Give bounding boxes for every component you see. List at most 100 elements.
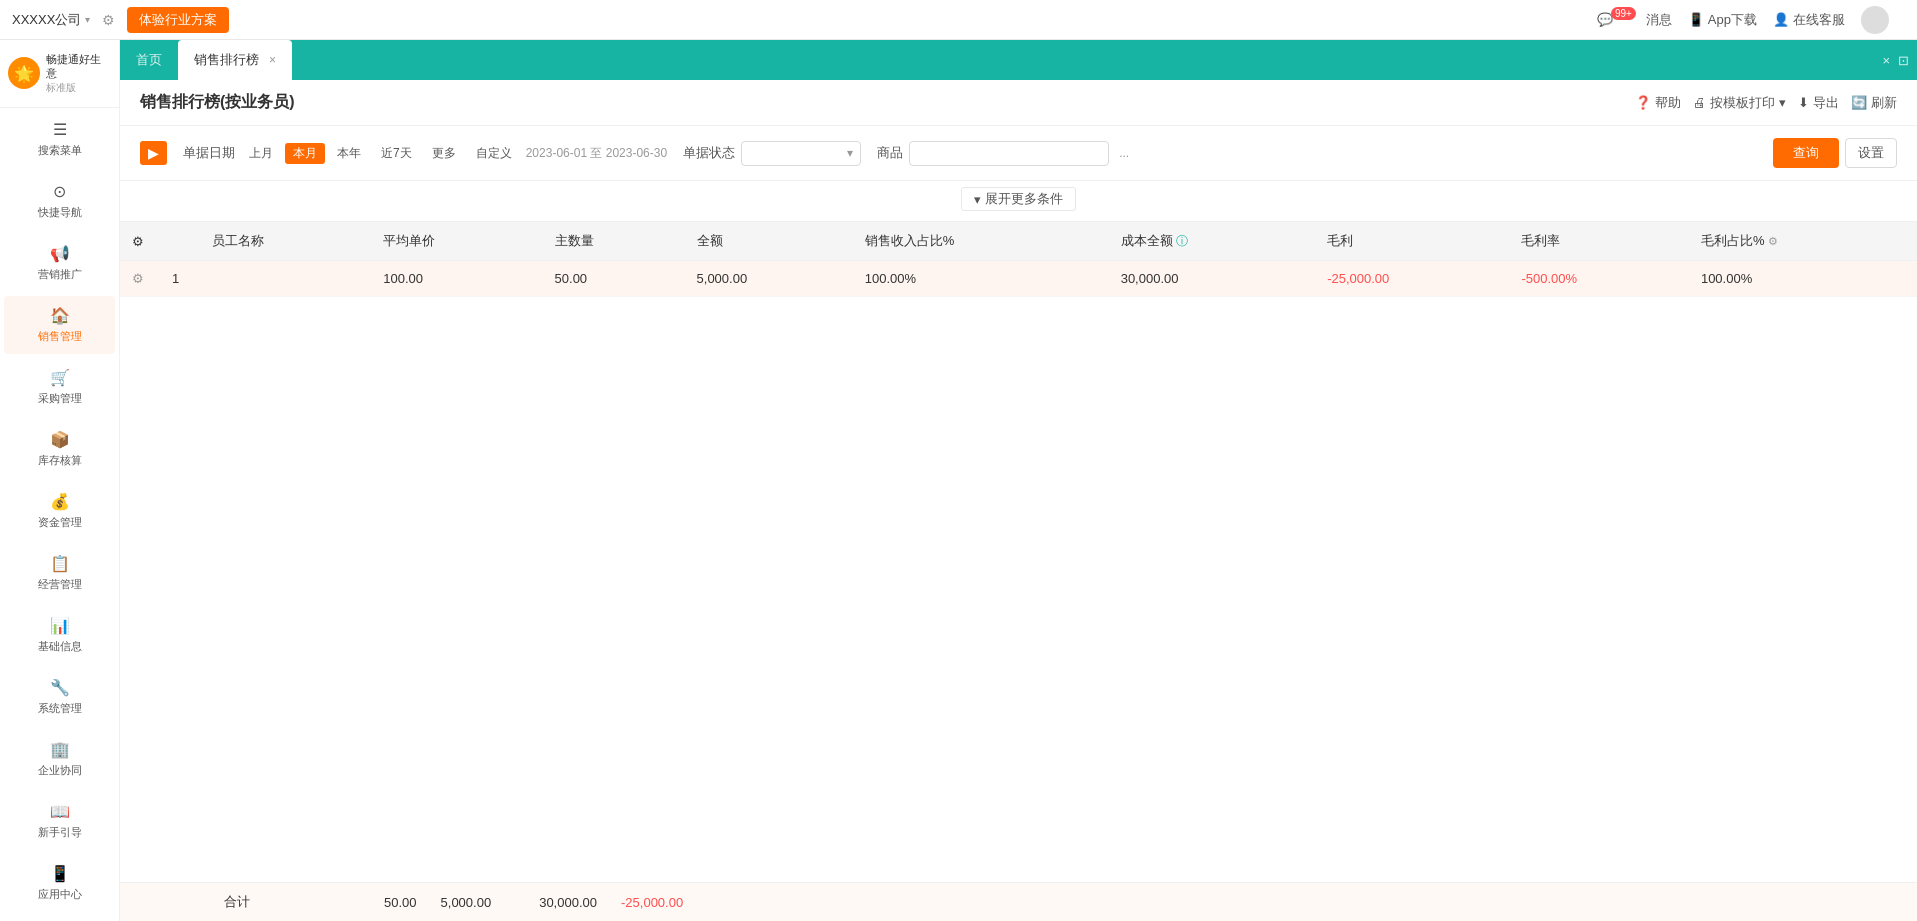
- tab-close-all-icon[interactable]: ×: [1882, 53, 1890, 68]
- message-label: 消息: [1646, 11, 1672, 29]
- sidebar-label-enterprise: 企业协同: [38, 763, 82, 778]
- tab-home[interactable]: 首页: [120, 40, 178, 80]
- footer-amount: 5,000.00: [429, 895, 504, 910]
- company-arrow-icon: ▾: [85, 14, 90, 25]
- row-sales-pct: 100.00%: [853, 261, 1109, 297]
- basic-icon: 📊: [50, 616, 70, 635]
- online-service-button[interactable]: 👤 在线客服: [1773, 11, 1845, 29]
- filter-status: 单据状态: [683, 141, 861, 166]
- sidebar-item-shortcut[interactable]: ⊙ 快捷导航: [4, 172, 115, 230]
- date-curr-month[interactable]: 本月: [285, 143, 325, 164]
- sidebar-label-operation: 经营管理: [38, 577, 82, 592]
- message-button[interactable]: 💬 99+ 消息: [1597, 11, 1672, 29]
- sidebar-item-marketing[interactable]: 📢 营销推广: [4, 234, 115, 292]
- col-cost: 成本全额 ⓘ: [1109, 222, 1316, 261]
- date-custom[interactable]: 自定义: [468, 143, 520, 164]
- help-button[interactable]: ❓ 帮助: [1635, 94, 1681, 112]
- table-settings-button[interactable]: 设置: [1845, 138, 1897, 168]
- tab-maximize-icon[interactable]: ⊡: [1898, 53, 1909, 68]
- refresh-button[interactable]: 🔄 刷新: [1851, 94, 1897, 112]
- search-menu-icon: ☰: [53, 120, 67, 139]
- date-range: 2023-06-01 至 2023-06-30: [526, 145, 667, 162]
- sidebar-item-finance[interactable]: 💰 资金管理: [4, 482, 115, 540]
- sidebar-item-inventory[interactable]: 📦 库存核算: [4, 420, 115, 478]
- date-week[interactable]: 近7天: [373, 143, 420, 164]
- print-arrow-icon: ▾: [1779, 95, 1786, 110]
- message-badge: 99+: [1611, 7, 1636, 20]
- sidebar-label-search: 搜索菜单: [38, 143, 82, 158]
- tab-home-label: 首页: [136, 51, 162, 69]
- status-select[interactable]: [741, 141, 861, 166]
- col-rank: [160, 222, 200, 261]
- footer-cost: 30,000.00: [527, 895, 609, 910]
- template-print-button[interactable]: 🖨 按模板打印 ▾: [1693, 94, 1786, 112]
- row-qty: 50.00: [543, 261, 685, 297]
- row-gross-pct: 100.00%: [1689, 261, 1917, 297]
- query-button[interactable]: 查询: [1773, 138, 1839, 168]
- operation-icon: 📋: [50, 554, 70, 573]
- marketing-icon: 📢: [50, 244, 70, 263]
- logo-text: 畅捷通好生意: [46, 52, 111, 81]
- sidebar-label-shortcut: 快捷导航: [38, 205, 82, 220]
- filter-row: ▶ 单据日期 上月 本月 本年 近7天 更多 自定义 2023-06-01 至 …: [140, 138, 1897, 168]
- company-selector[interactable]: XXXXX公司 ▾: [12, 11, 90, 29]
- sidebar-item-guide[interactable]: 📖 新手引导: [4, 792, 115, 850]
- sidebar-label-guide: 新手引导: [38, 825, 82, 840]
- expand-row: ▾ 展开更多条件: [120, 181, 1917, 222]
- tab-close-icon[interactable]: ×: [269, 53, 276, 67]
- col-avg-price: 平均单价: [371, 222, 542, 261]
- goods-input[interactable]: [909, 141, 1109, 166]
- page-header: 销售排行榜(按业务员) ❓ 帮助 🖨 按模板打印 ▾ ⬇ 导出: [120, 80, 1917, 126]
- sidebar-item-operation[interactable]: 📋 经营管理: [4, 544, 115, 602]
- main-layout: 🌟 畅捷通好生意 标准版 ☰ 搜索菜单 ⊙ 快捷导航 📢 营销推广 🏠 销售管理…: [0, 40, 1917, 921]
- download-icon: 📱: [1688, 12, 1704, 27]
- sidebar-item-wechat[interactable]: 💬 企业微信: [4, 916, 115, 921]
- more-dots[interactable]: ...: [1119, 146, 1129, 160]
- date-prev-month[interactable]: 上月: [241, 143, 281, 164]
- col-settings: ⚙: [120, 222, 160, 261]
- col-employee: 员工名称: [200, 222, 371, 261]
- footer-qty: 50.00: [372, 895, 429, 910]
- system-icon: 🔧: [50, 678, 70, 697]
- filter-date: 单据日期 上月 本月 本年 近7天 更多 自定义 2023-06-01 至 20…: [183, 143, 667, 164]
- filter-expand-arrow[interactable]: ▶: [140, 141, 167, 165]
- tab-bar: 首页 销售排行榜 × × ⊡: [120, 40, 1917, 80]
- settings-icon[interactable]: ⚙: [98, 8, 119, 32]
- status-select-wrapper[interactable]: [741, 141, 861, 166]
- template-print-label: 按模板打印: [1710, 94, 1775, 112]
- guide-icon: 📖: [50, 802, 70, 821]
- refresh-icon: 🔄: [1851, 95, 1867, 110]
- help-label: 帮助: [1655, 94, 1681, 112]
- avatar[interactable]: [1861, 6, 1889, 34]
- sidebar-label-system: 系统管理: [38, 701, 82, 716]
- date-more[interactable]: 更多: [424, 143, 464, 164]
- sidebar-item-enterprise[interactable]: 🏢 企业协同: [4, 730, 115, 788]
- row-gross: -25,000.00: [1315, 261, 1509, 297]
- logo-sub: 标准版: [46, 81, 111, 95]
- top-bar-right: 💬 99+ 消息 📱 App下载 👤 在线客服: [1597, 6, 1905, 34]
- inner-content: 销售排行榜(按业务员) ❓ 帮助 🖨 按模板打印 ▾ ⬇ 导出: [120, 80, 1917, 921]
- sidebar-item-appcenter[interactable]: 📱 应用中心: [4, 854, 115, 912]
- date-options: 上月 本月 本年 近7天 更多 自定义: [241, 143, 520, 164]
- sidebar-item-basic[interactable]: 📊 基础信息: [4, 606, 115, 664]
- sidebar-label-finance: 资金管理: [38, 515, 82, 530]
- row-amount: 5,000.00: [685, 261, 853, 297]
- footer-label: 合计: [212, 893, 292, 911]
- sidebar-item-system[interactable]: 🔧 系统管理: [4, 668, 115, 726]
- row-settings: ⚙: [120, 261, 160, 297]
- trial-button[interactable]: 体验行业方案: [127, 7, 229, 33]
- sidebar-item-purchase[interactable]: 🛒 采购管理: [4, 358, 115, 416]
- col-gross: 毛利: [1315, 222, 1509, 261]
- date-year[interactable]: 本年: [329, 143, 369, 164]
- purchase-icon: 🛒: [50, 368, 70, 387]
- app-download-button[interactable]: 📱 App下载: [1688, 11, 1757, 29]
- expand-more-btn[interactable]: ▾ 展开更多条件: [961, 187, 1076, 211]
- expand-more-label: 展开更多条件: [985, 190, 1063, 208]
- export-button[interactable]: ⬇ 导出: [1798, 94, 1839, 112]
- sidebar-item-sales[interactable]: 🏠 销售管理: [4, 296, 115, 354]
- export-icon: ⬇: [1798, 95, 1809, 110]
- sidebar-item-search[interactable]: ☰ 搜索菜单: [4, 110, 115, 168]
- tab-sales-ranking[interactable]: 销售排行榜 ×: [178, 40, 292, 80]
- sidebar-label-sales: 销售管理: [38, 329, 82, 344]
- page-actions: ❓ 帮助 🖨 按模板打印 ▾ ⬇ 导出 🔄 刷新: [1635, 94, 1897, 112]
